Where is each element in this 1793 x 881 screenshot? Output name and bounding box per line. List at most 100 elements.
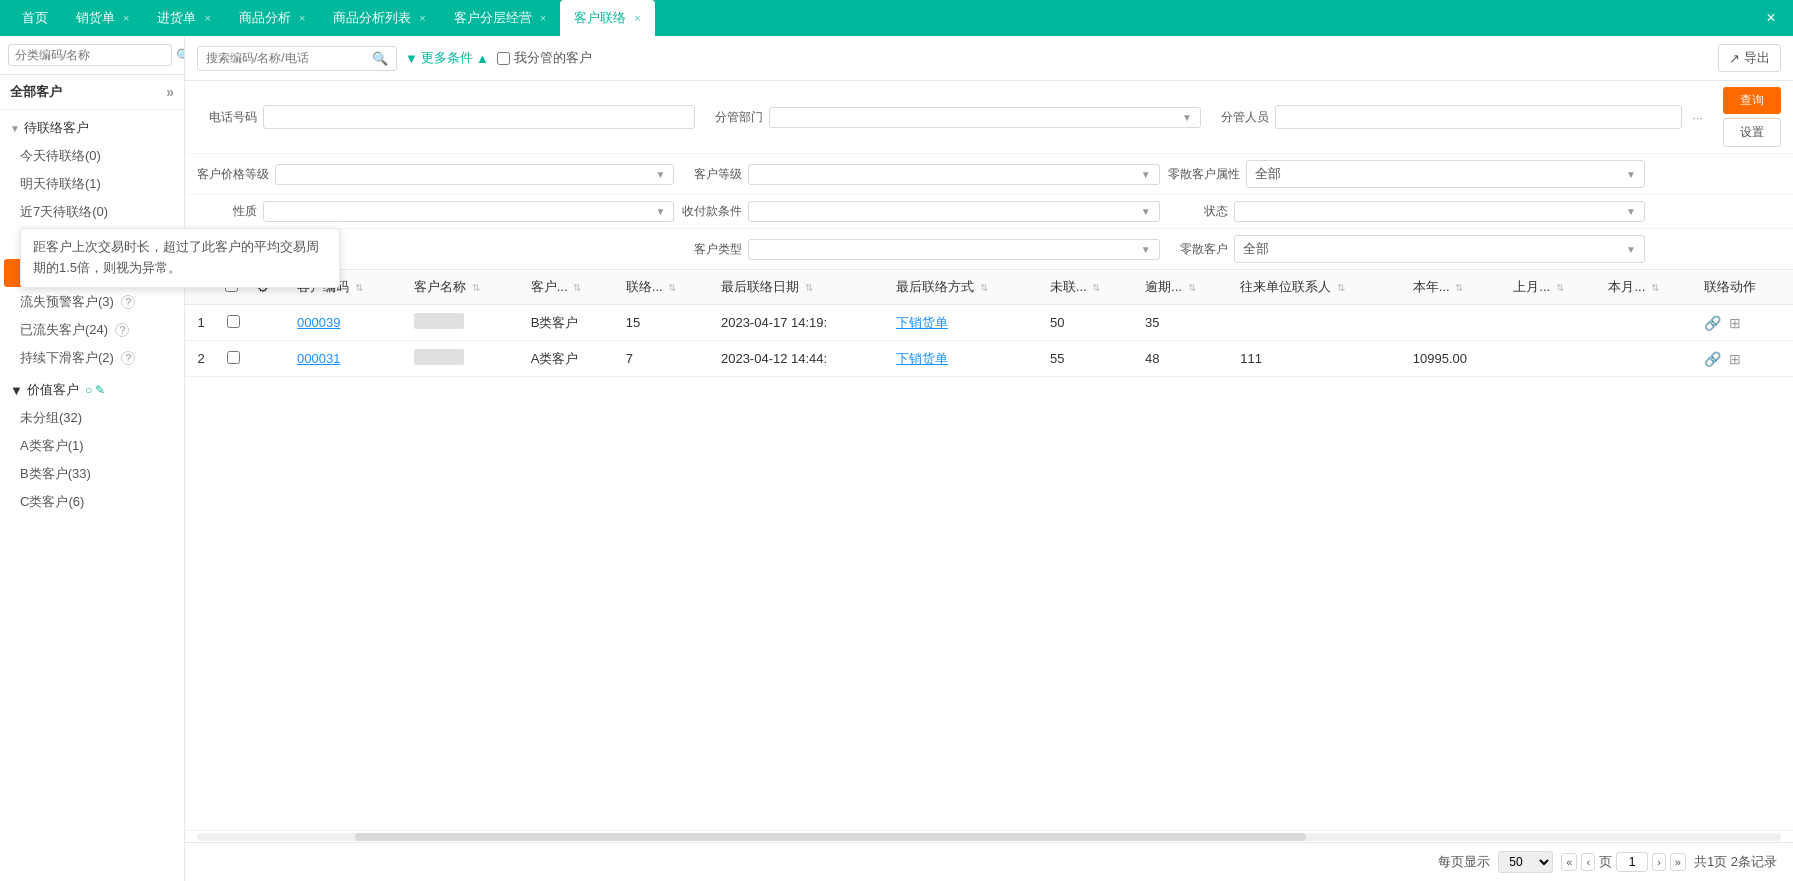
row2-checkbox[interactable]	[227, 351, 240, 364]
last-page-button[interactable]: »	[1670, 853, 1686, 871]
row2-this-year: 10995.00	[1405, 341, 1506, 377]
row2-num: 2	[185, 341, 217, 377]
retail-customer-label: 零散客户	[1168, 241, 1228, 258]
more-conditions-button[interactable]: ▼ 更多条件 ▲	[405, 49, 489, 67]
row2-actions: 🔗 ⊞	[1696, 341, 1793, 377]
prev-page-button[interactable]: ‹	[1581, 853, 1595, 871]
payment-chevron: ▼	[1141, 206, 1151, 217]
row1-checkbox-cell	[217, 305, 249, 341]
payment-select[interactable]: ▼	[748, 201, 1159, 222]
sidebar-item-declining[interactable]: 持续下滑客户(2) ?	[0, 344, 184, 372]
sidebar-item-churn-warning[interactable]: 流失预警客户(3) ?	[0, 288, 184, 316]
nav-sales[interactable]: 销货单 ×	[62, 0, 143, 36]
nav-customer-contact-close[interactable]: ×	[634, 0, 640, 36]
sidebar-collapse-icon[interactable]: »	[166, 84, 174, 100]
filter-search-icon[interactable]: 🔍	[372, 51, 388, 66]
horizontal-scrollbar[interactable]	[185, 830, 1793, 842]
per-page-select[interactable]: 50 20 100	[1498, 851, 1553, 873]
retail-attr-select[interactable]: 全部 ▼	[1246, 160, 1645, 188]
my-customers-checkbox[interactable]	[497, 52, 510, 65]
status-select[interactable]: ▼	[1234, 201, 1645, 222]
row1-link-icon[interactable]: 🔗	[1704, 315, 1721, 331]
dept-select[interactable]: ▼	[769, 107, 1201, 128]
sidebar-item-today[interactable]: 今天待联络(0)	[0, 142, 184, 170]
nav-analysis-list-close[interactable]: ×	[419, 0, 425, 36]
price-tier-label: 客户价格等级	[197, 166, 269, 183]
customer-type-chevron: ▼	[1141, 244, 1151, 255]
sidebar-item-churned[interactable]: 已流失客户(24) ?	[0, 316, 184, 344]
nav-customer-tier-close[interactable]: ×	[540, 0, 546, 36]
col-last-month[interactable]: 上月... ⇅	[1505, 270, 1600, 305]
nav-analysis-close[interactable]: ×	[299, 0, 305, 36]
col-partner-contacts[interactable]: 往来单位联系人 ⇅	[1232, 270, 1405, 305]
sidebar-all-customers[interactable]: 全部客户 »	[0, 75, 184, 110]
person-dots-icon[interactable]: ···	[1688, 110, 1707, 125]
row1-grid-icon[interactable]: ⊞	[1729, 315, 1741, 331]
col-this-month[interactable]: 本月... ⇅	[1600, 270, 1695, 305]
row1-checkbox[interactable]	[227, 315, 240, 328]
row2-type: A类客户	[523, 341, 618, 377]
row1-code: 000039	[289, 305, 406, 341]
row1-code-link[interactable]: 000039	[297, 315, 340, 330]
row2-code-link[interactable]: 000031	[297, 351, 340, 366]
col-customer-name[interactable]: 客户名称 ⇅	[406, 270, 523, 305]
row1-this-month	[1600, 305, 1695, 341]
sidebar-item-unclassified[interactable]: 未分组(32)	[0, 404, 184, 432]
customer-tier-label: 客户等级	[682, 166, 742, 183]
retail-customer-select[interactable]: 全部 ▼	[1234, 235, 1645, 263]
window-close-button[interactable]: ×	[1757, 4, 1785, 32]
nav-purchase[interactable]: 进货单 ×	[143, 0, 224, 36]
page-number-input[interactable]	[1616, 852, 1648, 872]
sidebar-item-class-a[interactable]: A类客户(1)	[0, 432, 184, 460]
sidebar-item-class-c[interactable]: C类客户(6)	[0, 488, 184, 516]
sidebar-search-input[interactable]	[8, 44, 172, 66]
nav-sales-close[interactable]: ×	[123, 0, 129, 36]
col-uncontacted[interactable]: 未联... ⇅	[1042, 270, 1137, 305]
sidebar-item-class-b[interactable]: B类客户(33)	[0, 460, 184, 488]
price-tier-select[interactable]: ▼	[275, 164, 674, 185]
col-last-contact-method[interactable]: 最后联络方式 ⇅	[888, 270, 1042, 305]
row2-code: 000031	[289, 341, 406, 377]
nav-customer-contact[interactable]: 客户联络 ×	[560, 0, 654, 36]
code-sort-icon: ⇅	[355, 282, 363, 293]
nature-select[interactable]: ▼	[263, 201, 674, 222]
customer-type-select[interactable]: ▼	[748, 239, 1159, 260]
sidebar-value-header[interactable]: ▼ 价值客户 ○ ✎	[0, 376, 184, 404]
row1-method-link[interactable]: 下销货单	[896, 315, 948, 330]
status-chevron: ▼	[1626, 206, 1636, 217]
filter-search-input[interactable]	[206, 51, 368, 65]
query-button[interactable]: 查询	[1723, 87, 1781, 114]
col-customer-type[interactable]: 客户... ⇅	[523, 270, 618, 305]
price-tier-chevron: ▼	[655, 169, 665, 180]
next-page-button[interactable]: ›	[1652, 853, 1666, 871]
phone-input[interactable]	[263, 105, 695, 129]
col-overdue[interactable]: 逾期... ⇅	[1137, 270, 1232, 305]
col-last-contact-date[interactable]: 最后联络日期 ⇅	[713, 270, 888, 305]
customer-tier-select[interactable]: ▼	[748, 164, 1159, 185]
nav-purchase-close[interactable]: ×	[204, 0, 210, 36]
sidebar-search-icon[interactable]: 🔍	[176, 48, 185, 63]
person-input[interactable]	[1275, 105, 1682, 129]
nav-analysis[interactable]: 商品分析 ×	[225, 0, 319, 36]
scroll-thumb[interactable]	[355, 833, 1305, 841]
nav-home[interactable]: 首页	[8, 0, 62, 36]
sidebar-pending-header[interactable]: ▼ 待联络客户	[0, 114, 184, 142]
settings-button[interactable]: 设置	[1723, 118, 1781, 147]
row2-link-icon[interactable]: 🔗	[1704, 351, 1721, 367]
row2-method-link[interactable]: 下销货单	[896, 351, 948, 366]
retail-attr-chevron: ▼	[1626, 169, 1636, 180]
nav-analysis-list[interactable]: 商品分析列表 ×	[319, 0, 439, 36]
my-customers-checkbox-area[interactable]: 我分管的客户	[497, 49, 592, 67]
export-button[interactable]: ↗ 导出	[1718, 44, 1781, 72]
col-this-year[interactable]: 本年... ⇅	[1405, 270, 1506, 305]
row1-name-masked	[414, 313, 464, 329]
filter-cell-status: 状态 ▼	[1168, 201, 1645, 222]
sidebar-item-tomorrow[interactable]: 明天待联络(1)	[0, 170, 184, 198]
row2-grid-icon[interactable]: ⊞	[1729, 351, 1741, 367]
value-edit-icon[interactable]: ○ ✎	[85, 383, 106, 397]
col-contact-count[interactable]: 联络... ⇅	[618, 270, 713, 305]
sidebar-item-7days[interactable]: 近7天待联络(0)	[0, 198, 184, 226]
nav-customer-tier[interactable]: 客户分层经营 ×	[440, 0, 560, 36]
scroll-track[interactable]	[197, 833, 1781, 841]
first-page-button[interactable]: «	[1561, 853, 1577, 871]
